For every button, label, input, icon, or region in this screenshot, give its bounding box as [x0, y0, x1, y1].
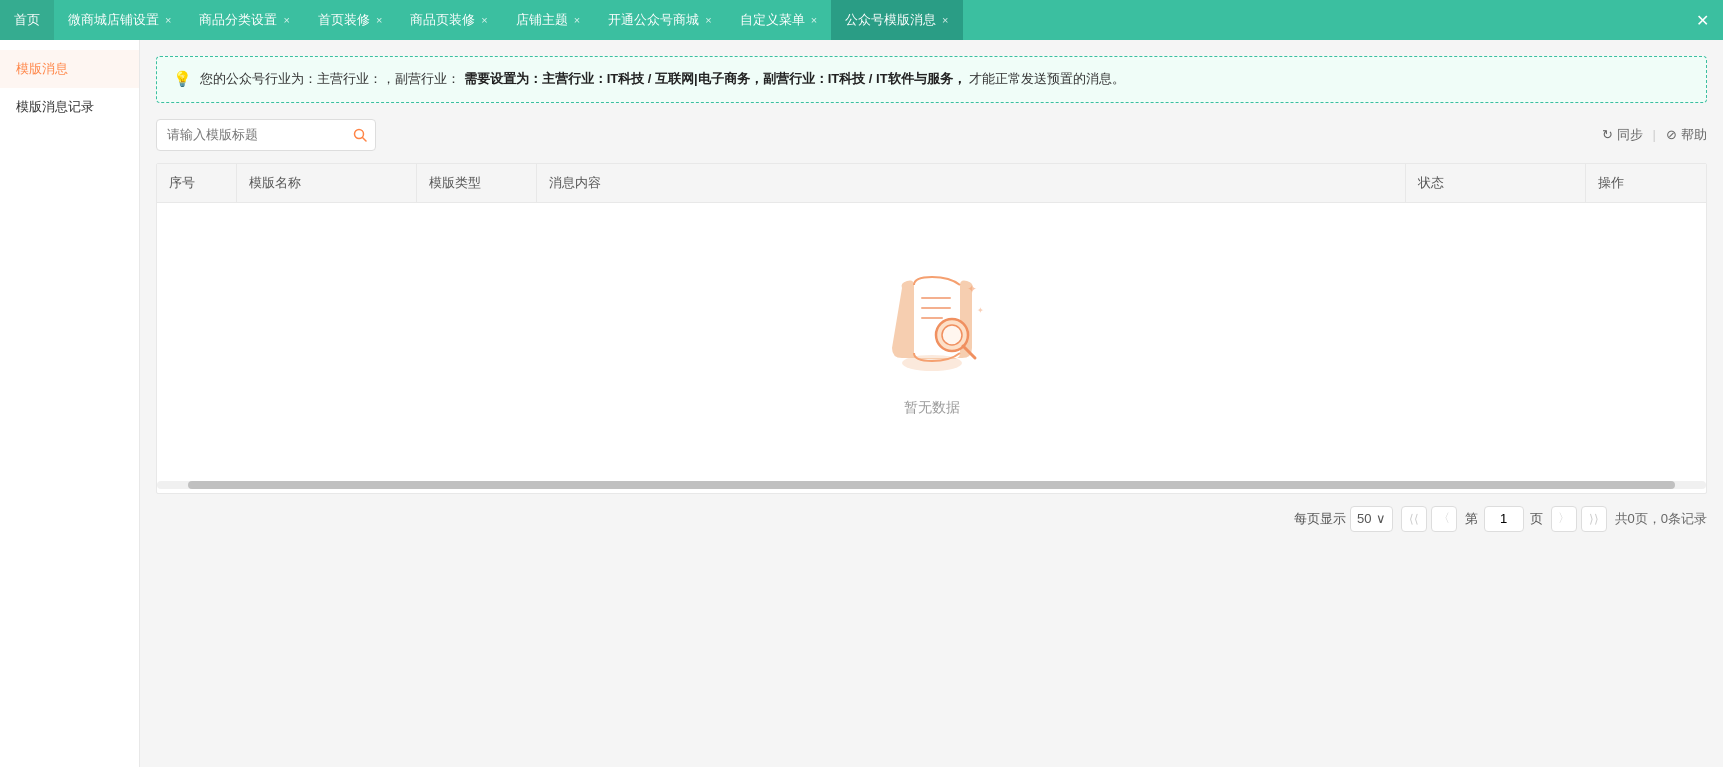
main-layout: 模版消息 模版消息记录 💡 您的公众号行业为：主营行业：，副营行业： 需要设置为… [0, 40, 1723, 767]
col-index: 序号 [157, 164, 237, 202]
svg-line-1 [363, 137, 367, 141]
close-tab-product-category[interactable]: × [283, 14, 289, 26]
sync-button[interactable]: ↻ 同步 [1602, 126, 1643, 144]
close-tab-open-wechat[interactable]: × [705, 14, 711, 26]
notice-text: 您的公众号行业为：主营行业：，副营行业： 需要设置为：主营行业：IT科技 / 互… [200, 69, 1125, 90]
notice-box: 💡 您的公众号行业为：主营行业：，副营行业： 需要设置为：主营行业：IT科技 /… [156, 56, 1707, 103]
per-page-selector: 每页显示 50 ∨ [1294, 506, 1392, 532]
page-number-input[interactable] [1484, 506, 1524, 532]
top-nav: 首页 微商城店铺设置 × 商品分类设置 × 首页装修 × 商品页装修 × 店铺主… [0, 0, 1723, 40]
help-icon: ⊘ [1666, 127, 1677, 142]
close-tab-template-msg[interactable]: × [942, 14, 948, 26]
svg-text:✦: ✦ [967, 282, 977, 296]
sidebar: 模版消息 模版消息记录 [0, 40, 140, 767]
close-tab-home-decor[interactable]: × [376, 14, 382, 26]
svg-point-7 [942, 325, 962, 345]
empty-state: ✦ ✦ 暂无数据 [157, 203, 1706, 477]
col-actions: 操作 [1586, 164, 1706, 202]
close-tab-shop-theme[interactable]: × [574, 14, 580, 26]
search-right-actions: ↻ 同步 | ⊘ 帮助 [1602, 126, 1707, 144]
prev-page-button[interactable]: 〈 [1431, 506, 1457, 532]
close-tab-product-decor[interactable]: × [481, 14, 487, 26]
tab-product-decor[interactable]: 商品页装修 × [396, 0, 501, 40]
tab-template-msg[interactable]: 公众号模版消息 × [831, 0, 962, 40]
empty-illustration: ✦ ✦ [872, 263, 992, 383]
per-page-select[interactable]: 50 ∨ [1350, 506, 1392, 532]
page-input-group: 第 页 [1465, 506, 1543, 532]
scrollbar-thumb[interactable] [188, 481, 1675, 489]
help-button[interactable]: ⊘ 帮助 [1666, 126, 1707, 144]
col-content: 消息内容 [537, 164, 1406, 202]
notice-icon: 💡 [173, 70, 192, 88]
pagination: 每页显示 50 ∨ ⟨⟨ 〈 第 页 〉 ⟩⟩ 共0页，0条记录 [156, 494, 1707, 536]
empty-text: 暂无数据 [904, 399, 960, 417]
search-input-wrapper [156, 119, 376, 151]
page-navigation: ⟨⟨ 〈 [1401, 506, 1457, 532]
tab-home[interactable]: 首页 [0, 0, 54, 40]
col-type: 模版类型 [417, 164, 537, 202]
content-area: 💡 您的公众号行业为：主营行业：，副营行业： 需要设置为：主营行业：IT科技 /… [140, 40, 1723, 767]
data-table: 序号 模版名称 模版类型 消息内容 状态 操作 [156, 163, 1707, 494]
svg-text:✦: ✦ [977, 306, 984, 315]
col-status: 状态 [1406, 164, 1586, 202]
sync-icon: ↻ [1602, 127, 1613, 142]
search-bar: ↻ 同步 | ⊘ 帮助 [156, 119, 1707, 151]
table-header: 序号 模版名称 模版类型 消息内容 状态 操作 [157, 164, 1706, 203]
tab-product-category[interactable]: 商品分类设置 × [185, 0, 303, 40]
tab-micro-shop[interactable]: 微商城店铺设置 × [54, 0, 185, 40]
horizontal-scrollbar[interactable] [157, 481, 1706, 489]
col-name: 模版名称 [237, 164, 417, 202]
first-page-button[interactable]: ⟨⟨ [1401, 506, 1427, 532]
search-button[interactable] [345, 119, 375, 151]
search-input[interactable] [157, 127, 345, 142]
divider: | [1653, 127, 1656, 142]
close-tab-custom-menu[interactable]: × [811, 14, 817, 26]
total-info: 共0页，0条记录 [1615, 510, 1707, 528]
tab-shop-theme[interactable]: 店铺主题 × [502, 0, 594, 40]
per-page-dropdown-icon: ∨ [1376, 511, 1386, 526]
sidebar-item-template-msg-record[interactable]: 模版消息记录 [0, 88, 139, 126]
sidebar-item-template-msg[interactable]: 模版消息 [0, 50, 139, 88]
last-page-button[interactable]: ⟩⟩ [1581, 506, 1607, 532]
page-next-nav: 〉 ⟩⟩ [1551, 506, 1607, 532]
next-page-button[interactable]: 〉 [1551, 506, 1577, 532]
tab-home-decor[interactable]: 首页装修 × [304, 0, 396, 40]
close-all-tabs-button[interactable]: ✕ [1682, 0, 1723, 40]
tab-open-wechat[interactable]: 开通公众号商城 × [594, 0, 725, 40]
close-tab-micro-shop[interactable]: × [165, 14, 171, 26]
tab-custom-menu[interactable]: 自定义菜单 × [726, 0, 831, 40]
